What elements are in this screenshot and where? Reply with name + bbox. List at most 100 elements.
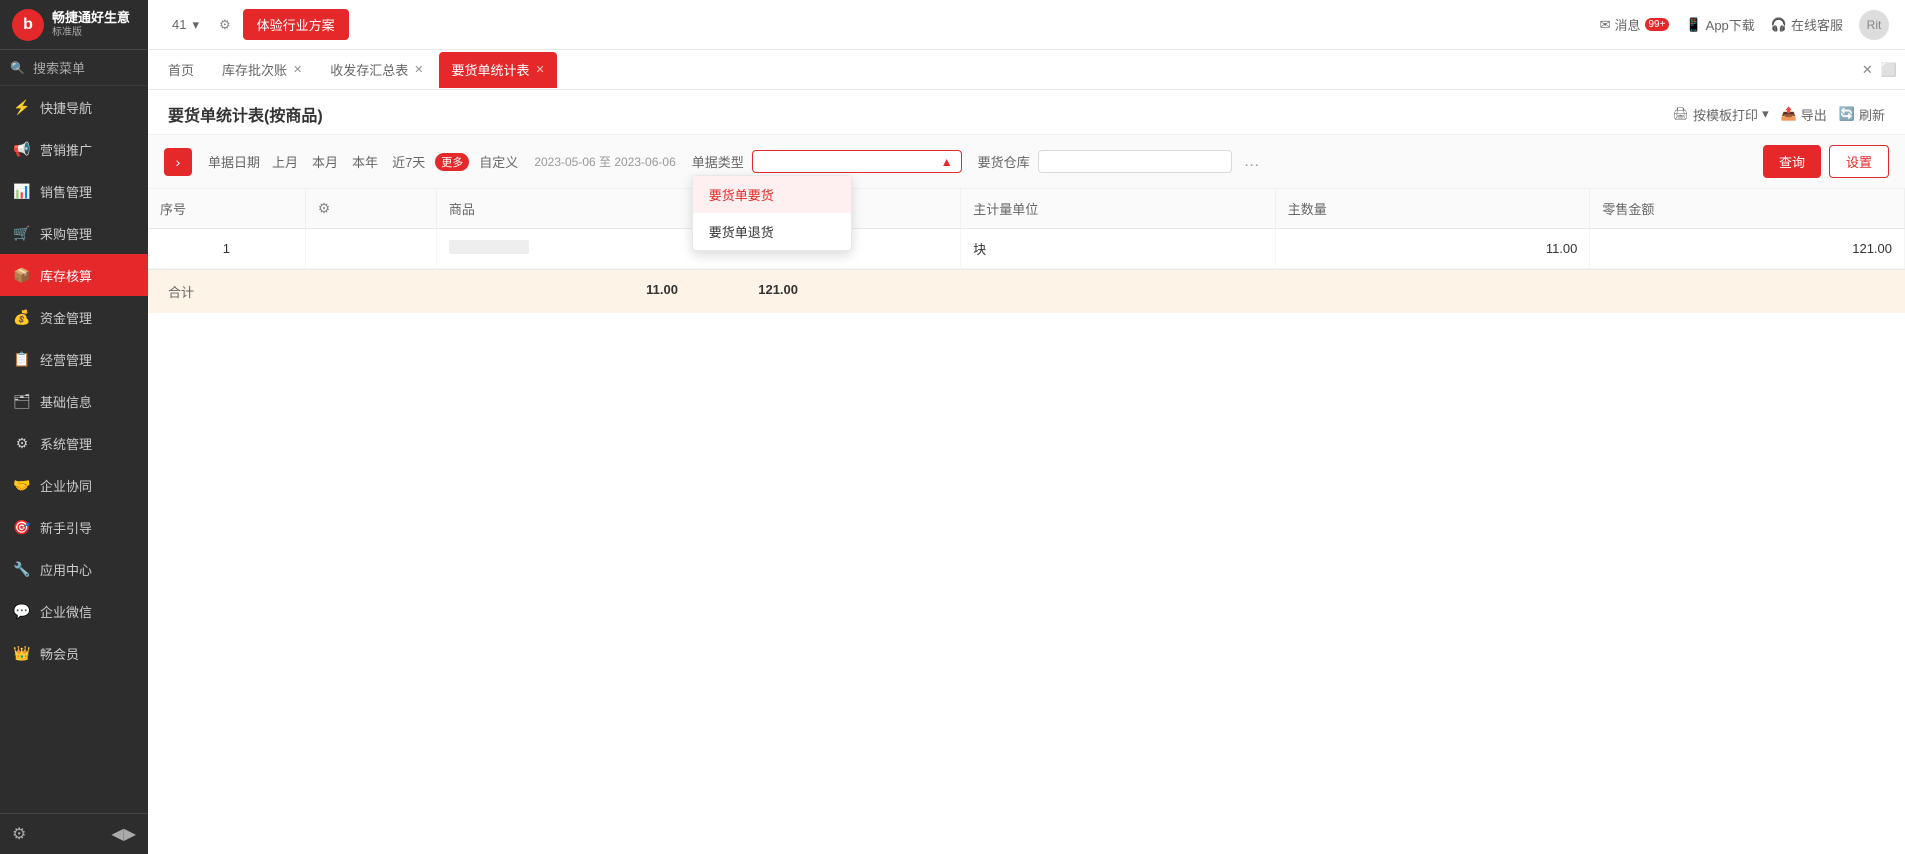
settings-button[interactable]: 设置: [1829, 145, 1889, 178]
export-btn[interactable]: 📤 导出: [1781, 105, 1827, 124]
filter-expand-btn[interactable]: ›: [164, 148, 192, 176]
sidebar-item-finance[interactable]: 💰 资金管理: [0, 296, 148, 338]
data-table: 序号 ⚙ 商品 主计量单位 主数量: [148, 189, 1905, 269]
online-service-action[interactable]: 🎧 在线客服: [1771, 15, 1843, 34]
search-icon: 🔍: [10, 61, 25, 75]
dropdown-item-requisition[interactable]: 要货单要货: [693, 176, 851, 213]
sidebar-item-inventory[interactable]: 📦 库存核算: [0, 254, 148, 296]
gear-settings-icon[interactable]: ⚙: [219, 17, 231, 33]
sidebar-item-basic-info[interactable]: 🗂 基础信息: [0, 380, 148, 422]
filter-more-btn[interactable]: …: [1240, 153, 1264, 171]
page-body: 要货单统计表(按商品) 🖨 按模板打印 ▾ 📤 导出 🔄 刷新 ›: [148, 90, 1905, 854]
sidebar-item-system[interactable]: ⚙ 系统管理: [0, 422, 148, 464]
app-center-icon: 🔧: [12, 559, 32, 579]
tab-inventory-batch[interactable]: 库存批次账 ✕: [210, 52, 314, 88]
message-icon: ✉: [1600, 17, 1611, 33]
guide-icon: 🎯: [12, 517, 32, 537]
date-custom[interactable]: 自定义: [475, 150, 522, 173]
tab-close-all-icon[interactable]: ✕: [1862, 62, 1873, 78]
cooperation-icon: 🤝: [12, 475, 32, 495]
type-filter-input[interactable]: [761, 154, 941, 169]
main-content: 41 ▾ ⚙ 体验行业方案 ✉ 消息 99+ 📱 App下载 🎧 在线客服 Ri…: [148, 0, 1905, 854]
wechat-icon: 💬: [12, 601, 32, 621]
sidebar-item-cooperation[interactable]: 🤝 企业协同: [0, 464, 148, 506]
col-header-amount: 零售金额: [1590, 189, 1905, 229]
date-shortcut-7days[interactable]: 近7天: [388, 150, 429, 173]
warehouse-filter-group: 要货仓库 …: [978, 150, 1264, 173]
sidebar-item-marketing[interactable]: 📢 营销推广: [0, 128, 148, 170]
tab-expand-icon[interactable]: ⬜: [1881, 62, 1897, 78]
trial-btn[interactable]: 体验行业方案: [243, 9, 349, 40]
type-filter-group: 单据类型 ▲ 要货单要货 要货单退货: [692, 150, 962, 173]
col-settings-gear[interactable]: ⚙: [318, 200, 331, 216]
app-download-action[interactable]: 📱 App下载: [1685, 15, 1754, 34]
footer-qty: 11.00: [558, 282, 678, 301]
type-dropdown-popup: 要货单要货 要货单退货: [692, 175, 852, 251]
refresh-btn[interactable]: 🔄 刷新: [1839, 105, 1885, 124]
messages-action[interactable]: ✉ 消息 99+: [1600, 15, 1670, 34]
date-filter-label: 单据日期: [208, 152, 260, 171]
store-selector[interactable]: 41 ▾: [164, 13, 207, 37]
settings-footer-icon[interactable]: ⚙: [12, 824, 26, 844]
logo-area: b 畅捷通好生意 标准版: [0, 0, 148, 50]
date-more-badge[interactable]: 更多: [435, 153, 469, 171]
tab-requisition[interactable]: 要货单统计表 ✕: [439, 52, 556, 88]
sidebar-item-wechat[interactable]: 💬 企业微信: [0, 590, 148, 632]
footer-amount: 121.00: [678, 282, 798, 301]
type-dropdown-arrow[interactable]: ▲: [941, 155, 953, 169]
date-range-display: 2023-05-06 至 2023-06-06: [534, 153, 675, 170]
col-header-num: 序号: [148, 189, 305, 229]
user-avatar[interactable]: Rit: [1859, 10, 1889, 40]
footer-total-label: 合计: [168, 282, 558, 301]
export-icon: 📤: [1781, 106, 1797, 122]
print-btn[interactable]: 🖨 按模板打印 ▾: [1673, 105, 1769, 124]
query-button[interactable]: 查询: [1763, 145, 1821, 178]
sidebar-search[interactable]: 🔍 搜索菜单: [0, 50, 148, 86]
type-filter-input-wrapper[interactable]: ▲: [752, 150, 962, 173]
col-header-unit: 主计量单位: [961, 189, 1276, 229]
messages-badge: 99+: [1645, 18, 1670, 31]
top-header: 41 ▾ ⚙ 体验行业方案 ✉ 消息 99+ 📱 App下载 🎧 在线客服 Ri…: [148, 0, 1905, 50]
quick-nav-icon: ⚡: [12, 97, 32, 117]
member-icon: 👑: [12, 643, 32, 663]
warehouse-filter-input[interactable]: [1038, 150, 1232, 173]
header-right: ✉ 消息 99+ 📱 App下载 🎧 在线客服 Rit: [1600, 10, 1889, 40]
sidebar-footer: ⚙ ◀▶: [0, 813, 148, 854]
close-tab-receive-send[interactable]: ✕: [414, 63, 423, 76]
sidebar-item-member[interactable]: 👑 畅会员: [0, 632, 148, 674]
page-header: 要货单统计表(按商品) 🖨 按模板打印 ▾ 📤 导出 🔄 刷新: [148, 90, 1905, 135]
collapse-icon[interactable]: ◀▶: [111, 824, 136, 844]
store-dropdown-icon: ▾: [192, 17, 199, 33]
col-header-qty: 主数量: [1275, 189, 1590, 229]
page-header-actions: 🖨 按模板打印 ▾ 📤 导出 🔄 刷新: [1673, 105, 1885, 124]
dropdown-item-return[interactable]: 要货单退货: [693, 213, 851, 250]
sidebar-item-operation[interactable]: 📋 经营管理: [0, 338, 148, 380]
logo-text: 畅捷通好生意 标准版: [52, 10, 130, 40]
tab-receive-send[interactable]: 收发存汇总表 ✕: [318, 52, 435, 88]
date-shortcut-this-year[interactable]: 本年: [348, 150, 382, 173]
sidebar-item-sales[interactable]: 📊 销售管理: [0, 170, 148, 212]
finance-icon: 💰: [12, 307, 32, 327]
close-tab-requisition[interactable]: ✕: [536, 63, 545, 76]
cell-amount-1: 121.00: [1590, 229, 1905, 269]
headset-icon: 🎧: [1771, 17, 1787, 33]
close-tab-inventory-batch[interactable]: ✕: [293, 63, 302, 76]
cell-unit-1: 块: [961, 229, 1276, 269]
table-container: 序号 ⚙ 商品 主计量单位 主数量: [148, 189, 1905, 269]
filter-actions: 查询 设置: [1763, 145, 1889, 178]
table-row: 1 块 11.00 121.00: [148, 229, 1905, 269]
date-shortcut-this-month[interactable]: 本月: [308, 150, 342, 173]
print-dropdown-icon: ▾: [1762, 106, 1769, 122]
table-footer: 合计 11.00 121.00: [148, 269, 1905, 313]
sidebar-item-purchase[interactable]: 🛒 采购管理: [0, 212, 148, 254]
filter-bar: › 单据日期 上月 本月 本年 近7天 更多 自定义 2023-05-06 至 …: [148, 135, 1905, 189]
sidebar-item-quick-nav[interactable]: ⚡ 快捷导航: [0, 86, 148, 128]
sidebar: b 畅捷通好生意 标准版 🔍 搜索菜单 ⚡ 快捷导航 📢 营销推广 📊 销售管理…: [0, 0, 148, 854]
sidebar-item-app-center[interactable]: 🔧 应用中心: [0, 548, 148, 590]
tab-home[interactable]: 首页: [156, 52, 206, 88]
sidebar-item-guide[interactable]: 🎯 新手引导: [0, 506, 148, 548]
col-header-settings[interactable]: ⚙: [305, 189, 436, 229]
product-placeholder: [449, 240, 529, 254]
date-shortcut-last-month[interactable]: 上月: [268, 150, 302, 173]
phone-icon: 📱: [1685, 17, 1701, 33]
